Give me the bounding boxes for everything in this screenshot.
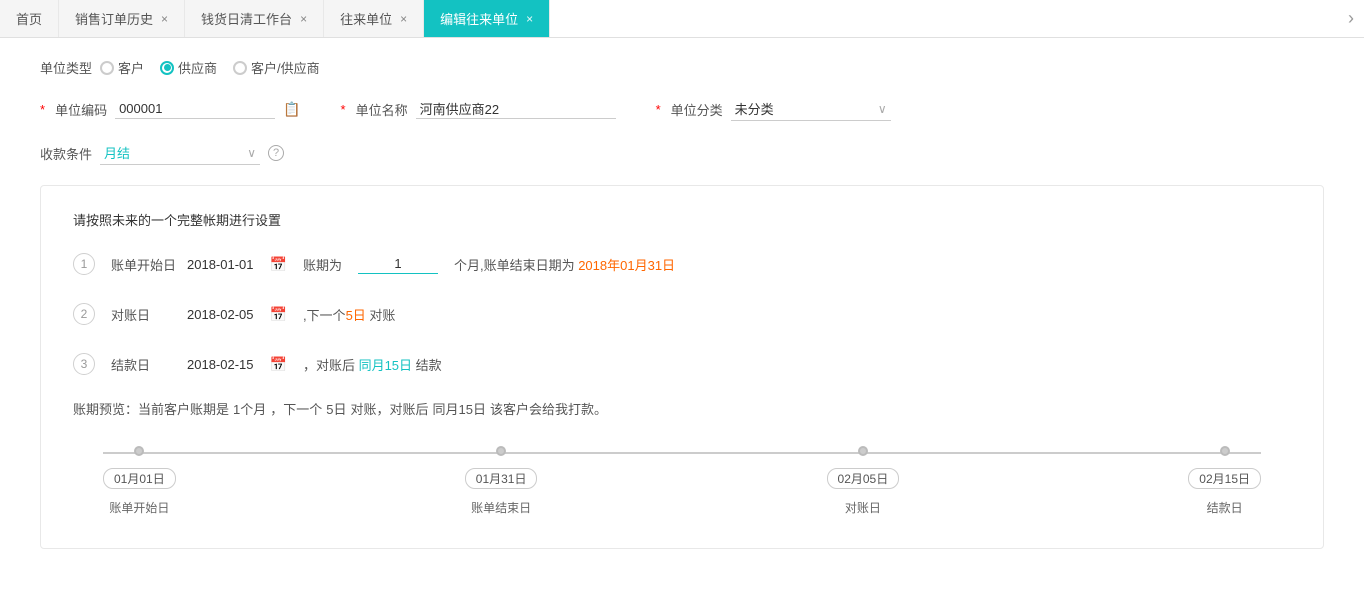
preview-row: 账期预览：当前客户账期是 1个月 ，下一个 5日 对账，对账后 同月15日 该客… bbox=[73, 399, 1291, 418]
unit-category-label: 单位分类 bbox=[671, 100, 723, 119]
timeline-dot-2 bbox=[496, 446, 506, 456]
timeline-date-2: 01月31日 bbox=[465, 468, 538, 489]
step-number-1: 1 bbox=[73, 253, 95, 275]
unit-category-value: 未分类 bbox=[735, 99, 878, 118]
unit-code-field: * 单位编码 📋 bbox=[40, 99, 301, 119]
step-number-2: 2 bbox=[73, 303, 95, 325]
step-number-3: 3 bbox=[73, 353, 95, 375]
tab-sales-history[interactable]: 销售订单历史 × bbox=[59, 0, 185, 37]
preview-suffix: 该客户会给我打款。 bbox=[490, 399, 607, 418]
radio-customer[interactable]: 客户 bbox=[100, 58, 144, 77]
payment-terms-value: 月结 bbox=[104, 143, 247, 162]
tab-more-button[interactable]: › bbox=[1338, 0, 1364, 37]
step-suffix-2: ,下一个5日 对账 bbox=[303, 305, 395, 324]
payment-terms-help-icon[interactable]: ? bbox=[268, 145, 284, 161]
step-calendar-1[interactable]: 📅 bbox=[270, 256, 287, 273]
radio-group-unit-type: 客户 供应商 客户/供应商 bbox=[100, 58, 320, 77]
payment-terms-label: 收款条件 bbox=[40, 144, 92, 163]
unit-code-label: 单位编码 bbox=[55, 100, 107, 119]
timeline-point-1: 01月01日 账单开始日 bbox=[103, 446, 176, 516]
payment-terms-dropdown[interactable]: 月结 ∨ bbox=[100, 141, 260, 165]
timeline-point-4: 02月15日 结款日 bbox=[1188, 446, 1261, 516]
step-label-2: 对账日 bbox=[111, 305, 171, 324]
unit-type-label: 单位类型 bbox=[40, 58, 92, 77]
unit-name-label: 单位名称 bbox=[356, 100, 408, 119]
unit-name-input[interactable] bbox=[416, 99, 616, 119]
tab-cash-workbench-close[interactable]: × bbox=[300, 12, 307, 26]
step-label-1: 账单开始日 bbox=[111, 255, 171, 274]
step-calendar-3[interactable]: 📅 bbox=[270, 356, 287, 373]
unit-type-field: 单位类型 客户 供应商 客户/供应商 bbox=[40, 58, 320, 77]
preview-middle1: ，下一个 bbox=[270, 399, 322, 418]
unit-category-dropdown[interactable]: 未分类 ∨ bbox=[731, 97, 891, 121]
tab-partner-units-close[interactable]: × bbox=[400, 12, 407, 26]
step-date-3: 2018-02-15 bbox=[187, 357, 254, 372]
step-period-unit: 个月,账单结束日期为 2018年01月31日 bbox=[454, 255, 675, 274]
unit-code-required: * bbox=[40, 102, 45, 117]
tab-more-icon: › bbox=[1348, 8, 1354, 29]
step-date-1: 2018-01-01 bbox=[187, 257, 254, 272]
radio-customer-supplier-circle bbox=[233, 61, 247, 75]
unit-category-arrow: ∨ bbox=[878, 102, 887, 116]
tab-home[interactable]: 首页 bbox=[0, 0, 59, 37]
timeline-date-1: 01月01日 bbox=[103, 468, 176, 489]
timeline-point-2: 01月31日 账单结束日 bbox=[465, 446, 538, 516]
tab-edit-partner[interactable]: 编辑往来单位 × bbox=[424, 0, 550, 37]
timeline-label-1: 账单开始日 bbox=[109, 499, 169, 516]
payment-terms-field: 收款条件 月结 ∨ ? bbox=[40, 141, 284, 165]
unit-name-required: * bbox=[341, 102, 346, 117]
step-calendar-2[interactable]: 📅 bbox=[270, 306, 287, 323]
timeline-date-3: 02月05日 bbox=[827, 468, 900, 489]
timeline-points: 01月01日 账单开始日 01月31日 账单结束日 02月05日 对账日 bbox=[103, 446, 1261, 516]
unit-name-field: * 单位名称 bbox=[341, 99, 616, 119]
preview-part2: 5日 bbox=[326, 399, 346, 418]
timeline-label-2: 账单结束日 bbox=[471, 499, 531, 516]
tab-edit-partner-close[interactable]: × bbox=[526, 12, 533, 26]
preview-part3: 同月15日 bbox=[433, 399, 486, 418]
timeline-label-3: 对账日 bbox=[845, 499, 881, 516]
timeline-dot-1 bbox=[134, 446, 144, 456]
panel-title: 请按照未来的一个完整帐期进行设置 bbox=[73, 210, 1291, 229]
timeline-date-4: 02月15日 bbox=[1188, 468, 1261, 489]
step-label-3: 结款日 bbox=[111, 355, 171, 374]
step-date-2: 2018-02-05 bbox=[187, 307, 254, 322]
period-end-date: 2018年01月31日 bbox=[578, 258, 675, 273]
radio-supplier[interactable]: 供应商 bbox=[160, 58, 217, 77]
radio-customer-supplier[interactable]: 客户/供应商 bbox=[233, 58, 320, 77]
radio-supplier-label: 供应商 bbox=[178, 58, 217, 77]
tab-sales-history-close[interactable]: × bbox=[161, 12, 168, 26]
step-period-label: 账期为 bbox=[303, 255, 342, 274]
unit-code-copy-icon[interactable]: 📋 bbox=[283, 101, 300, 118]
main-content: 单位类型 客户 供应商 客户/供应商 * 单位编码 bbox=[0, 38, 1364, 608]
unit-category-required: * bbox=[656, 102, 661, 117]
payment-terms-row: 收款条件 月结 ∨ ? bbox=[40, 141, 1324, 165]
radio-customer-label: 客户 bbox=[118, 58, 144, 77]
period-input[interactable] bbox=[358, 254, 438, 274]
billing-period-panel: 请按照未来的一个完整帐期进行设置 1 账单开始日 2018-01-01 📅 账期… bbox=[40, 185, 1324, 549]
timeline-container: 01月01日 账单开始日 01月31日 账单结束日 02月05日 对账日 bbox=[73, 446, 1291, 516]
timeline-dot-3 bbox=[858, 446, 868, 456]
tab-cash-workbench[interactable]: 钱货日清工作台 × bbox=[185, 0, 324, 37]
step-row-3: 3 结款日 2018-02-15 📅 ，对账后 同月15日 结款 bbox=[73, 353, 1291, 375]
radio-customer-circle bbox=[100, 61, 114, 75]
unit-type-row: 单位类型 客户 供应商 客户/供应商 bbox=[40, 58, 1324, 77]
radio-supplier-circle bbox=[160, 61, 174, 75]
preview-middle2: 对账，对账后 bbox=[351, 399, 429, 418]
step-row-1: 1 账单开始日 2018-01-01 📅 账期为 个月,账单结束日期为 2018… bbox=[73, 253, 1291, 275]
timeline-label-4: 结款日 bbox=[1207, 499, 1243, 516]
unit-category-field: * 单位分类 未分类 ∨ bbox=[656, 97, 891, 121]
tab-partner-units[interactable]: 往来单位 × bbox=[324, 0, 424, 37]
step-row-2: 2 对账日 2018-02-05 📅 ,下一个5日 对账 bbox=[73, 303, 1291, 325]
unit-info-row: * 单位编码 📋 * 单位名称 * 单位分类 未分类 ∨ bbox=[40, 97, 1324, 121]
step-suffix-3: ，对账后 同月15日 结款 bbox=[303, 355, 442, 374]
timeline-point-3: 02月05日 对账日 bbox=[827, 446, 900, 516]
payment-terms-arrow: ∨ bbox=[247, 146, 256, 160]
preview-prefix: 账期预览：当前客户账期是 bbox=[73, 399, 229, 418]
preview-part1: 1个月 bbox=[233, 399, 266, 418]
unit-code-input[interactable] bbox=[115, 99, 275, 119]
tab-bar: 首页 销售订单历史 × 钱货日清工作台 × 往来单位 × 编辑往来单位 × › bbox=[0, 0, 1364, 38]
timeline-dot-4 bbox=[1220, 446, 1230, 456]
radio-customer-supplier-label: 客户/供应商 bbox=[251, 58, 320, 77]
